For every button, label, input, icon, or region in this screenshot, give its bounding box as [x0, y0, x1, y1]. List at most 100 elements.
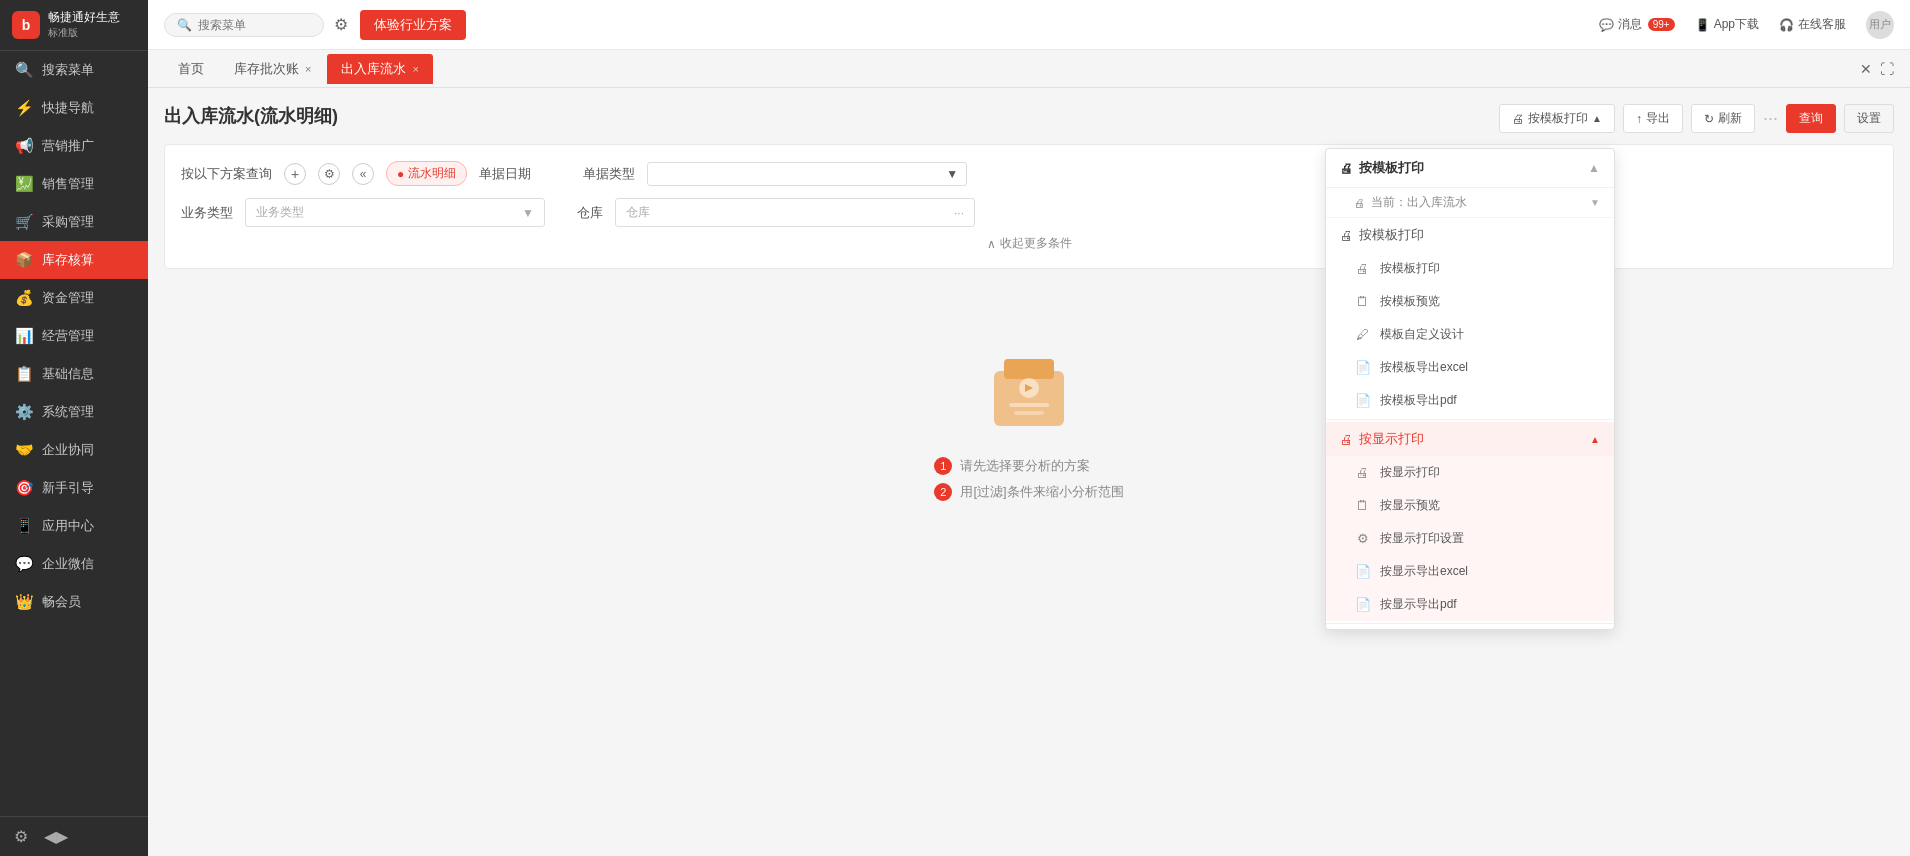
tab-in-out-flow[interactable]: 出入库流水×	[327, 54, 432, 84]
sidebar-item-basic[interactable]: 📋 基础信息	[0, 355, 148, 393]
filter-add-button[interactable]: +	[284, 163, 306, 185]
sidebar-icon-quick-nav: ⚡	[14, 99, 34, 117]
export-button[interactable]: ↑ 导出	[1623, 104, 1683, 133]
sidebar-item-wechat[interactable]: 💬 企业微信	[0, 545, 148, 583]
display-section-header[interactable]: 🖨 按显示打印 ▲	[1326, 422, 1614, 456]
empty-step-1: 1 请先选择要分析的方案	[934, 453, 1123, 479]
business-type-select[interactable]: 业务类型 ▼	[245, 198, 545, 227]
sidebar-settings-icon[interactable]: ⚙	[14, 827, 28, 846]
sidebar-item-search[interactable]: 🔍 搜索菜单	[0, 51, 148, 89]
display-print-item[interactable]: 🖨 按显示打印	[1326, 456, 1614, 489]
tab-maximize-icon[interactable]: ⛶	[1880, 61, 1894, 77]
tag-icon: ●	[397, 167, 404, 181]
print-dropdown-container: 🖨 按模板打印 ▲ 🖨 按模板打印 ▲	[1499, 104, 1615, 133]
print-template-label: 按模板打印	[1528, 110, 1588, 127]
phone-icon: 📱	[1695, 18, 1710, 32]
printer-icon: 🖨	[1512, 112, 1524, 126]
sidebar-item-membership[interactable]: 👑 畅会员	[0, 583, 148, 621]
trial-button[interactable]: 体验行业方案	[360, 10, 466, 40]
step-num-1: 1	[934, 457, 952, 475]
headset-icon: 🎧	[1779, 18, 1794, 32]
sidebar-icon-finance: 💰	[14, 289, 34, 307]
collapse-bar[interactable]: ∧ 收起更多条件	[181, 235, 1877, 252]
message-item[interactable]: 💬 消息 99+	[1599, 16, 1675, 33]
doc-type-label: 单据类型	[583, 165, 635, 183]
sidebar-icon-appstore: 📱	[14, 517, 34, 535]
refresh-label: 刷新	[1718, 110, 1742, 127]
display-pdf-item[interactable]: 📄 按显示导出pdf	[1326, 588, 1614, 621]
user-avatar[interactable]: 用户	[1866, 11, 1894, 39]
sidebar-item-operation[interactable]: 📊 经营管理	[0, 317, 148, 355]
online-service-item[interactable]: 🎧 在线客服	[1779, 16, 1846, 33]
filter-collapse-button[interactable]: «	[352, 163, 374, 185]
sidebar-icon-guide: 🎯	[14, 479, 34, 497]
template-custom-item[interactable]: 🖊 模板自定义设计	[1326, 318, 1614, 351]
display-excel-label: 按显示导出excel	[1380, 563, 1468, 580]
svg-rect-4	[1009, 403, 1049, 407]
toolbar-more-icon[interactable]: ···	[1763, 108, 1778, 129]
display-preview-item[interactable]: 🗒 按显示预览	[1326, 489, 1614, 522]
search-input[interactable]	[198, 18, 308, 32]
sidebar-icon-cooperation: 🤝	[14, 441, 34, 459]
logo-title: 畅捷通好生意	[48, 10, 120, 26]
dropdown-divider-1	[1326, 419, 1614, 420]
sidebar-toggle-icon[interactable]: ◀▶	[44, 827, 68, 846]
sidebar-item-sales[interactable]: 💹 销售管理	[0, 165, 148, 203]
display-print-label: 按显示打印	[1380, 464, 1440, 481]
current-icon: 🖨	[1354, 197, 1365, 209]
topbar-right-area: 💬 消息 99+ 📱 App下载 🎧 在线客服 用户	[1599, 11, 1894, 39]
logo-subtitle: 标准版	[48, 26, 120, 40]
date-label: 单据日期	[479, 165, 531, 183]
template-excel-item[interactable]: 📄 按模板导出excel	[1326, 351, 1614, 384]
sidebar-item-guide[interactable]: 🎯 新手引导	[0, 469, 148, 507]
sidebar-item-cooperation[interactable]: 🤝 企业协同	[0, 431, 148, 469]
tab-batch-account[interactable]: 库存批次账×	[220, 54, 325, 84]
dropdown-header: 🖨 按模板打印 ▲	[1326, 149, 1614, 188]
template-section-items: 🖨 按模板打印 🗒 按模板预览 🖊 模板自定义设计	[1326, 252, 1614, 417]
display-excel-item[interactable]: 📄 按显示导出excel	[1326, 555, 1614, 588]
template-print-item[interactable]: 🖨 按模板打印	[1326, 252, 1614, 285]
dropdown-close-icon[interactable]: ▲	[1588, 161, 1600, 175]
sidebar-item-marketing[interactable]: 📢 营销推广	[0, 127, 148, 165]
sidebar: b 畅捷通好生意 标准版 🔍 搜索菜单⚡ 快捷导航📢 营销推广💹 销售管理🛒 采…	[0, 0, 148, 856]
doc-type-select[interactable]: ▼	[647, 162, 967, 186]
empty-step-2: 2 用[过滤]条件来缩小分析范围	[934, 479, 1123, 505]
biz-type-label: 业务类型	[181, 204, 233, 222]
empty-state: 1 请先选择要分析的方案 2 用[过滤]条件来缩小分析范围	[164, 281, 1894, 565]
topbar-search-box[interactable]: 🔍	[164, 13, 324, 37]
current-chevron[interactable]: ▼	[1590, 197, 1600, 208]
filter-tag-chip[interactable]: ● 流水明细	[386, 161, 467, 186]
sidebar-item-quick-nav[interactable]: ⚡ 快捷导航	[0, 89, 148, 127]
app-download-item[interactable]: 📱 App下载	[1695, 16, 1759, 33]
template-pdf-item[interactable]: 📄 按模板导出pdf	[1326, 384, 1614, 417]
filter-settings-button[interactable]: ⚙	[318, 163, 340, 185]
tabbar-right-actions: ✕ ⛶	[1860, 61, 1894, 77]
tab-close-window-icon[interactable]: ✕	[1860, 61, 1872, 77]
display-print-settings-item[interactable]: ⚙ 按显示打印设置	[1326, 522, 1614, 555]
settings-button[interactable]: 设置	[1844, 104, 1894, 133]
sidebar-item-purchase[interactable]: 🛒 采购管理	[0, 203, 148, 241]
refresh-button[interactable]: ↻ 刷新	[1691, 104, 1755, 133]
sidebar-item-system[interactable]: ⚙️ 系统管理	[0, 393, 148, 431]
settings-gear-icon[interactable]: ⚙	[334, 15, 348, 34]
sidebar-item-inventory[interactable]: 📦 库存核算	[0, 241, 148, 279]
print-template-button[interactable]: 🖨 按模板打印 ▲	[1499, 104, 1615, 133]
query-button[interactable]: 查询	[1786, 104, 1836, 133]
sidebar-item-finance[interactable]: 💰 资金管理	[0, 279, 148, 317]
template-preview-item[interactable]: 🗒 按模板预览	[1326, 285, 1614, 318]
tab-close-batch-account[interactable]: ×	[305, 63, 311, 75]
sidebar-label-marketing: 营销推广	[42, 137, 94, 155]
display-excel-icon: 📄	[1354, 564, 1372, 579]
template-section-header[interactable]: 🖨 按模板打印	[1326, 218, 1614, 252]
sidebar-label-quick-nav: 快捷导航	[42, 99, 94, 117]
sidebar-item-appstore[interactable]: 📱 应用中心	[0, 507, 148, 545]
template-custom-icon: 🖊	[1354, 327, 1372, 342]
tab-home[interactable]: 首页	[164, 54, 218, 84]
collapse-up-icon: ∧	[987, 237, 996, 251]
default-section-header[interactable]: ⚙ 设置默认功能 ▼	[1326, 626, 1614, 629]
sidebar-label-purchase: 采购管理	[42, 213, 94, 231]
sidebar-label-system: 系统管理	[42, 403, 94, 421]
message-badge: 99+	[1648, 18, 1675, 31]
warehouse-select[interactable]: 仓库 ···	[615, 198, 975, 227]
tab-close-in-out-flow[interactable]: ×	[412, 63, 418, 75]
